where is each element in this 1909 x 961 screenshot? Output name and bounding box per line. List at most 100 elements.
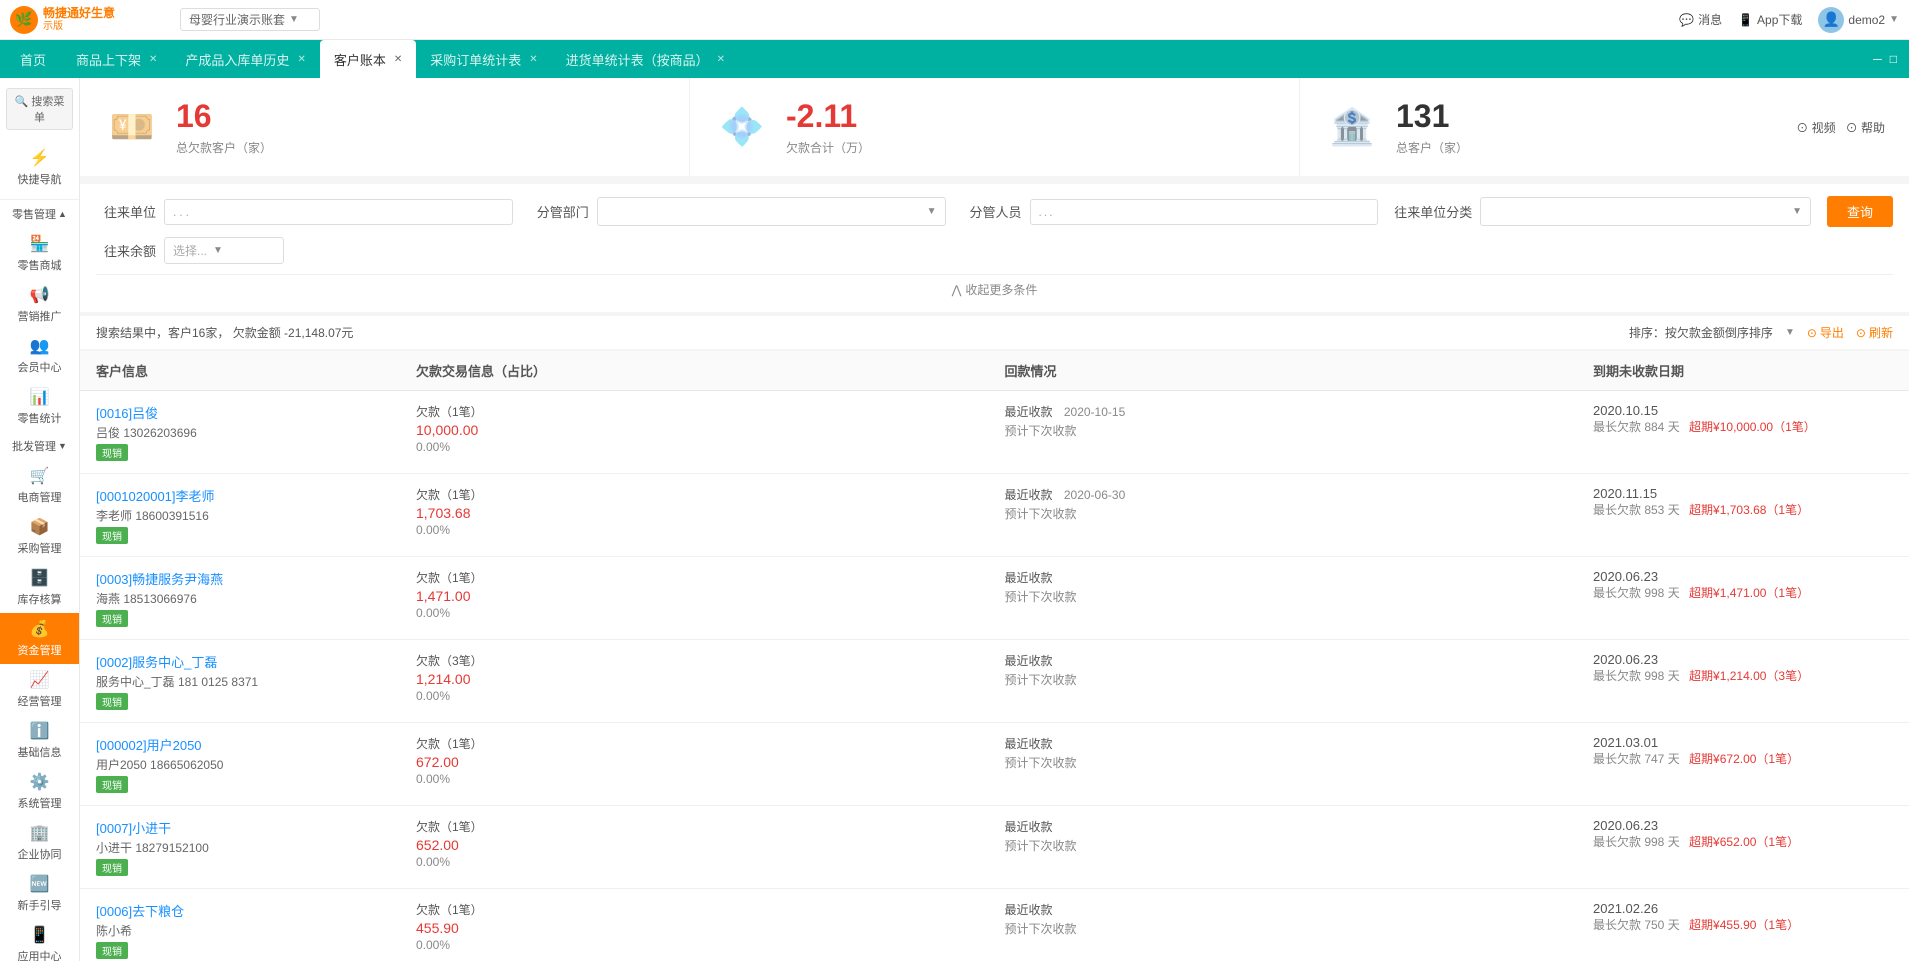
col-due-date: 到期未收款日期 bbox=[1593, 361, 1893, 380]
stat-card-overdue-customers: 💴 16 总欠款客户（家） bbox=[80, 78, 690, 176]
overdue-link-6[interactable]: 超期¥455.90（1笔） bbox=[1689, 918, 1799, 932]
tab-home[interactable]: 首页 bbox=[4, 40, 62, 78]
debt-percent-4: 0.00% bbox=[416, 772, 1005, 786]
help-link[interactable]: ⊙ 帮助 bbox=[1846, 119, 1885, 136]
overdue-link-3[interactable]: 超期¥1,214.00（3笔） bbox=[1689, 669, 1809, 683]
close-icon[interactable]: ✕ bbox=[529, 54, 537, 65]
stat-info-1: 16 总欠款客户（家） bbox=[176, 98, 272, 156]
user-menu[interactable]: 👤 demo2 ▼ bbox=[1818, 7, 1899, 33]
overdue-link-0[interactable]: 超期¥10,000.00（1笔） bbox=[1689, 420, 1816, 434]
debt-amount-2: 1,471.00 bbox=[416, 588, 1005, 604]
repay-cell-5: 最近收款 预计下次收款 bbox=[1005, 818, 1594, 854]
customer-detail-4: 用户2050 18665062050 bbox=[96, 756, 416, 773]
app-download-button[interactable]: 📱 App下载 bbox=[1738, 11, 1802, 28]
sidebar-item-operations[interactable]: 📈 经营管理 bbox=[0, 664, 79, 715]
debt-count-2: 欠款（1笔） bbox=[416, 569, 1005, 586]
sidebar-item-retail-store[interactable]: 🏪 零售商城 bbox=[0, 228, 79, 279]
close-icon[interactable]: ✕ bbox=[394, 54, 402, 65]
filter-item-category: 往来单位分类 ▼ bbox=[1394, 197, 1811, 226]
customer-name-5[interactable]: [0007]小进干 bbox=[96, 818, 416, 837]
sidebar-item-finance[interactable]: 💰 资金管理 bbox=[0, 613, 79, 664]
finance-icon: 💰 bbox=[30, 619, 50, 639]
sidebar-item-enterprise[interactable]: 🏢 企业协同 bbox=[0, 817, 79, 868]
due-date-5: 2020.06.23 bbox=[1593, 818, 1893, 833]
nav-tabs: 首页 商品上下架 ✕ 产成品入库单历史 ✕ 客户账本 ✕ 采购订单统计表 ✕ 进… bbox=[0, 40, 1909, 78]
col-debt-info: 欠款交易信息（占比） bbox=[416, 361, 1005, 380]
customer-name-2[interactable]: [0003]畅捷服务尹海燕 bbox=[96, 569, 416, 588]
search-button[interactable]: 查询 bbox=[1827, 196, 1893, 227]
overdue-days-1: 最长欠款 853 天 超期¥1,703.68（1笔） bbox=[1593, 501, 1893, 518]
overdue-link-4[interactable]: 超期¥672.00（1笔） bbox=[1689, 752, 1799, 766]
close-icon[interactable]: ✕ bbox=[297, 54, 305, 65]
customer-name-0[interactable]: [0016]吕俊 bbox=[96, 403, 416, 422]
sidebar-item-ecommerce[interactable]: 🛒 电商管理 bbox=[0, 460, 79, 511]
customer-tag-2: 现销 bbox=[96, 610, 128, 627]
tab-customer-account[interactable]: 客户账本 ✕ bbox=[320, 40, 416, 78]
overdue-cell-3: 2020.06.23 最长欠款 998 天 超期¥1,214.00（3笔） bbox=[1593, 652, 1893, 684]
balance-select[interactable]: 选择... ▼ bbox=[164, 237, 284, 264]
filter-dropdown-dept[interactable]: ▼ bbox=[597, 197, 946, 226]
enterprise-icon: 🏢 bbox=[30, 823, 50, 843]
balance-placeholder: 选择... bbox=[173, 242, 207, 259]
stat-label-debt: 欠款合计（万） bbox=[786, 139, 870, 156]
sidebar-item-member[interactable]: 👥 会员中心 bbox=[0, 330, 79, 381]
sidebar: 🔍 搜索菜单 ⚡ 快捷导航 零售管理 ▲ 🏪 零售商城 📢 营销推广 bbox=[0, 78, 80, 961]
close-icon[interactable]: ✕ bbox=[717, 54, 725, 65]
stats-icon: 📊 bbox=[30, 387, 50, 407]
sidebar-item-retail-mgmt[interactable]: 零售管理 ▲ bbox=[0, 200, 79, 228]
tab-product-status[interactable]: 商品上下架 ✕ bbox=[62, 40, 171, 78]
message-button[interactable]: 💬 消息 bbox=[1679, 11, 1722, 28]
sidebar-item-retail-stats[interactable]: 📊 零售统计 bbox=[0, 381, 79, 432]
refresh-button[interactable]: ⊙ 刷新 bbox=[1856, 324, 1893, 341]
overdue-days-0: 最长欠款 884 天 超期¥10,000.00（1笔） bbox=[1593, 418, 1893, 435]
stat-card-right: ⊙ 视频 ⊙ 帮助 bbox=[1796, 119, 1885, 136]
balance-chevron-icon: ▼ bbox=[213, 245, 223, 256]
sidebar-item-purchase[interactable]: 📦 采购管理 bbox=[0, 511, 79, 562]
table-row: [0003]畅捷服务尹海燕 海燕 18513066976 现销 欠款（1笔） 1… bbox=[80, 557, 1909, 640]
debt-percent-3: 0.00% bbox=[416, 689, 1005, 703]
sidebar-search: 🔍 搜索菜单 bbox=[0, 78, 79, 136]
tab-purchase-order[interactable]: 采购订单统计表 ✕ bbox=[416, 40, 551, 78]
customer-name-3[interactable]: [0002]服务中心_丁磊 bbox=[96, 652, 416, 671]
main-content: 🔍 搜索菜单 ⚡ 快捷导航 零售管理 ▲ 🏪 零售商城 📢 营销推广 bbox=[0, 78, 1909, 961]
video-link[interactable]: ⊙ 视频 bbox=[1796, 119, 1835, 136]
tab-inventory-stats[interactable]: 进货单统计表（按商品） ✕ bbox=[552, 40, 739, 78]
maximize-icon[interactable]: □ bbox=[1890, 52, 1897, 66]
industry-chevron-icon: ▼ bbox=[289, 14, 299, 25]
next-payment-5: 预计下次收款 bbox=[1005, 837, 1594, 854]
filter-input-unit[interactable]: ... bbox=[164, 199, 513, 225]
close-icon[interactable]: ✕ bbox=[149, 54, 157, 65]
sidebar-item-marketing[interactable]: 📢 营销推广 bbox=[0, 279, 79, 330]
filter-label-balance: 往来余额 bbox=[96, 241, 156, 260]
customer-cell-3: [0002]服务中心_丁磊 服务中心_丁磊 181 0125 8371 现销 bbox=[96, 652, 416, 710]
tab-produce-history[interactable]: 产成品入库单历史 ✕ bbox=[171, 40, 319, 78]
due-date-6: 2021.02.26 bbox=[1593, 901, 1893, 916]
minimize-icon[interactable]: ─ bbox=[1873, 52, 1882, 66]
sidebar-search-button[interactable]: 🔍 搜索菜单 bbox=[6, 88, 73, 130]
collapse-filter-button[interactable]: ⋀ 收起更多条件 bbox=[96, 274, 1893, 304]
filter-dropdown-category[interactable]: ▼ bbox=[1480, 197, 1811, 226]
overdue-link-1[interactable]: 超期¥1,703.68（1笔） bbox=[1689, 503, 1809, 517]
sidebar-item-inventory[interactable]: 🗄️ 库存核算 bbox=[0, 562, 79, 613]
sidebar-item-system[interactable]: ⚙️ 系统管理 bbox=[0, 766, 79, 817]
debt-percent-5: 0.00% bbox=[416, 855, 1005, 869]
customer-name-4[interactable]: [000002]用户2050 bbox=[96, 735, 416, 754]
sidebar-item-app-center[interactable]: 📱 应用中心 bbox=[0, 919, 79, 961]
overdue-link-2[interactable]: 超期¥1,471.00（1笔） bbox=[1689, 586, 1809, 600]
sidebar-item-guide[interactable]: 🆕 新手引导 bbox=[0, 868, 79, 919]
sidebar-item-basic-info[interactable]: ℹ️ 基础信息 bbox=[0, 715, 79, 766]
next-payment-2: 预计下次收款 bbox=[1005, 588, 1594, 605]
sidebar-item-quick-nav[interactable]: ⚡ 快捷导航 bbox=[0, 142, 79, 193]
debt-count-6: 欠款（1笔） bbox=[416, 901, 1005, 918]
industry-selector[interactable]: 母婴行业演示账套 ▼ bbox=[180, 8, 320, 31]
sidebar-item-batch-mgmt[interactable]: 批发管理 ▼ bbox=[0, 432, 79, 460]
debt-percent-6: 0.00% bbox=[416, 938, 1005, 952]
export-button[interactable]: ⊙ 导出 bbox=[1807, 324, 1844, 341]
next-payment-3: 预计下次收款 bbox=[1005, 671, 1594, 688]
customer-name-1[interactable]: [0001020001]李老师 bbox=[96, 486, 416, 505]
overdue-link-5[interactable]: 超期¥652.00（1笔） bbox=[1689, 835, 1799, 849]
due-date-2: 2020.06.23 bbox=[1593, 569, 1893, 584]
customer-name-6[interactable]: [0006]去下粮仓 bbox=[96, 901, 416, 920]
filter-input-person[interactable]: ... bbox=[1030, 199, 1379, 225]
repay-label-6: 最近收款 bbox=[1005, 901, 1594, 918]
